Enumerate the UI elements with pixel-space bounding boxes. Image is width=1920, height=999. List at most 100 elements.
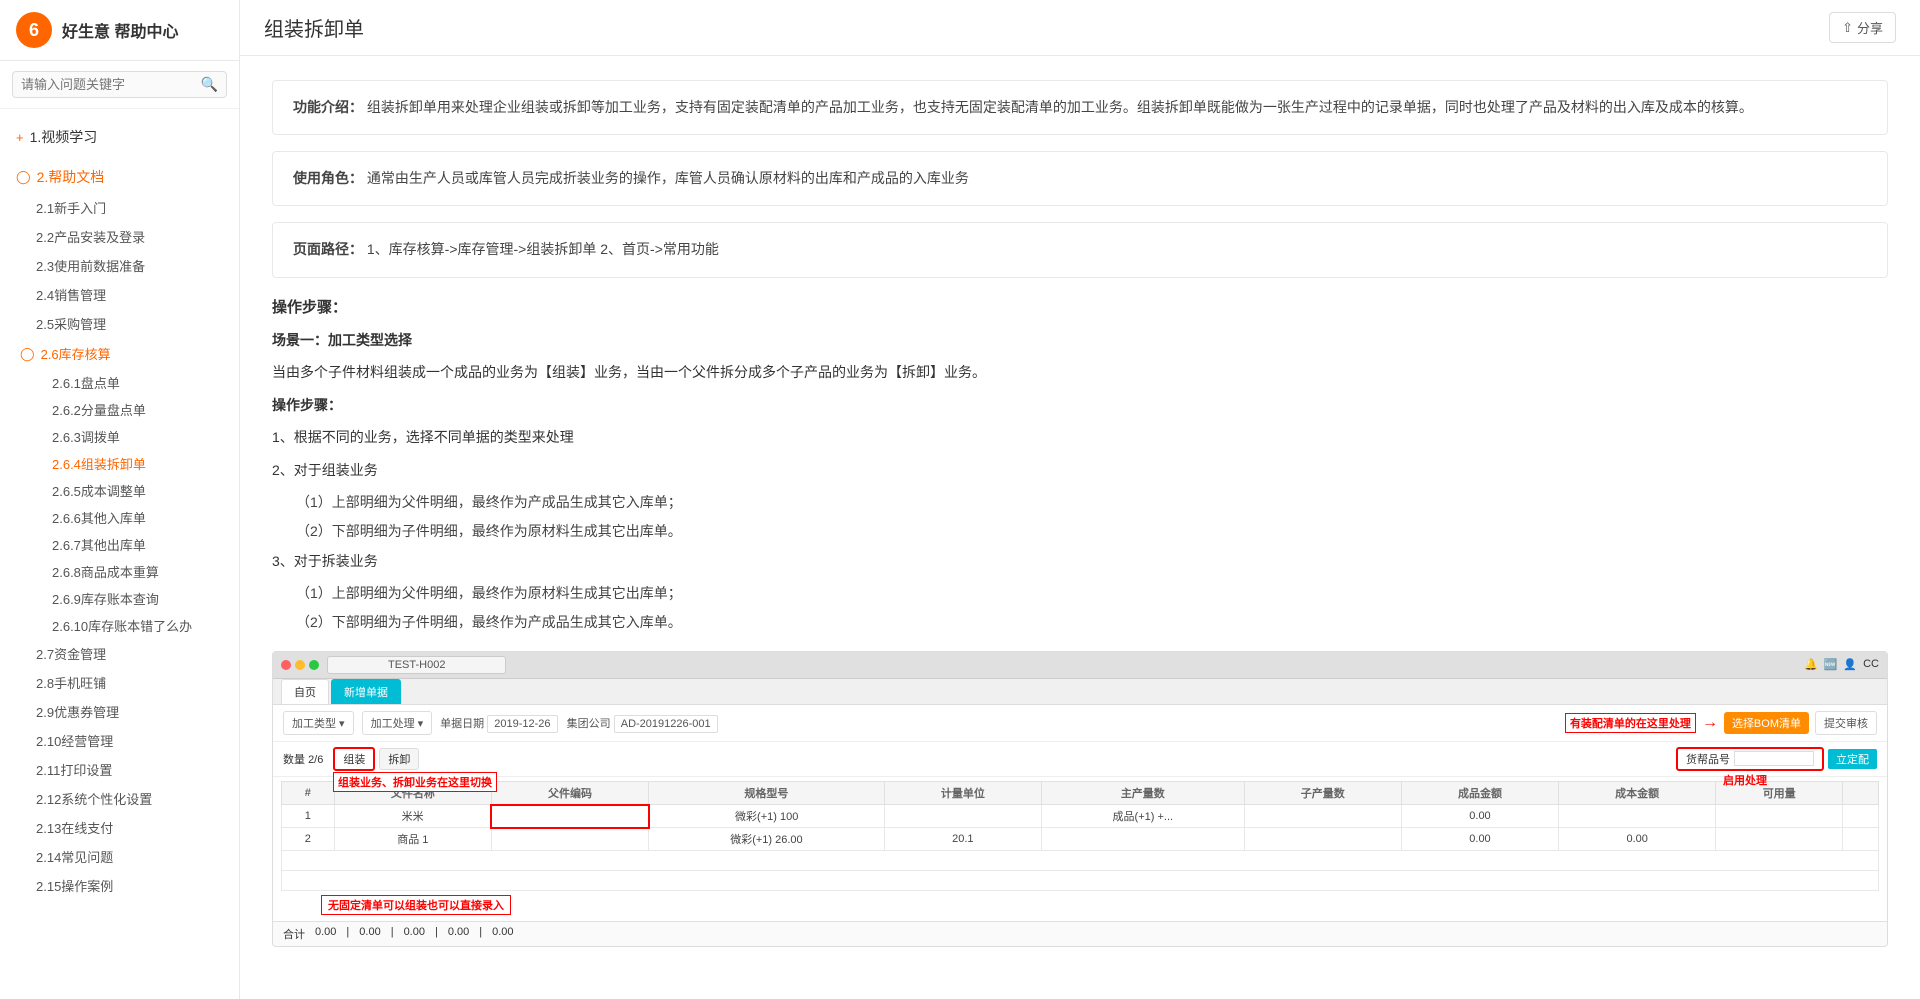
ss-tab-new[interactable]: 新增单据 [331,679,401,704]
ss-top-icons: 🔔 🆕 👤 CC [1804,658,1879,671]
ss-btn-type[interactable]: 加工类型 ▾ [283,711,354,735]
ss-window-bar: TEST-H002 🔔 🆕 👤 CC [273,652,1887,679]
sidebar-item-2-11[interactable]: 2.11打印设置 [20,755,239,784]
nav-children-2: 2.1新手入门 2.2产品安装及登录 2.3使用前数据准备 2.4销售管理 2.… [0,193,239,900]
intro-block: 功能介绍： 组装拆卸单用来处理企业组装或拆卸等加工业务，支持有固定装配清单的产品… [272,80,1888,135]
ss-td-1-op [1843,805,1879,828]
sidebar-item-label-2: 2.帮助文档 [37,167,105,187]
search-input[interactable] [21,77,201,92]
ss-bottom-row: 合计 0.00 | 0.00 | 0.00 | 0.00 | 0.00 [273,921,1887,946]
share-label: 分享 [1857,18,1883,37]
nav-tree: + 1.视频学习 ◯ 2.帮助文档 2.1新手入门 2.2产品安装及登录 2.3… [0,109,239,999]
sidebar-item-2-6-10[interactable]: 2.6.10库存账本错了么办 [36,612,239,639]
ss-td-1-spec: 微彩(+1) 100 [649,805,885,828]
minus-icon-2-6: ◯ [20,346,35,362]
ss-btn-select-bom[interactable]: 选择BOM清单 [1724,712,1809,734]
share-button[interactable]: ⇧ 分享 [1829,12,1896,43]
ss-tab-list[interactable]: 自页 [281,679,329,704]
sidebar-item-label-2-6: 2.6库存核算 [41,344,111,363]
ss-tabs-row: 自页 新增单据 [273,679,1887,705]
ss-annotation1-area: 有装配清单的在这里处理 → 选择BOM清单 提交审核 [1565,711,1877,735]
role-label: 使用角色： [293,170,363,186]
scene1-desc: 当由多个子件材料组装成一个成品的业务为【组装】业务，当由一个父件拆分成多个子产品… [272,359,1888,386]
role-block: 使用角色： 通常由生产人员或库管人员完成折装业务的操作，库管人员确认原材料的出库… [272,151,1888,206]
sidebar-item-2-6-5[interactable]: 2.6.5成本调整单 [36,477,239,504]
step3: 3、对于拆装业务 [272,548,1888,575]
ss-td-2-num: 2 [282,828,335,851]
search-icon[interactable]: 🔍 [201,76,218,93]
ss-td-1-name: 米米 [334,805,491,828]
sidebar-item-2-7[interactable]: 2.7资金管理 [20,639,239,668]
sidebar-item-2-6-6[interactable]: 2.6.6其他入库单 [36,504,239,531]
path-label: 页面路径： [293,241,363,257]
sidebar-item-video[interactable]: + 1.视频学习 [0,121,239,153]
ss-btn-process[interactable]: 加工处理 ▾ [362,711,433,735]
ss-startup-input[interactable] [1734,751,1814,766]
ss-main-table: # 父件名称 父件编码 规格型号 计量单位 主产量数 子产量数 成品金额 成本金… [281,781,1879,892]
ss-table-body: 1 米米 微彩(+1) 100 成品(+1) +... 0.00 [282,805,1879,891]
ss-type-org[interactable]: 组装 [333,747,375,771]
sidebar-item-2-6[interactable]: ◯ 2.6库存核算 [20,338,239,369]
ss-bottom-label: 合计 [283,926,305,942]
table-row [282,871,1879,891]
ss-arrow-right: → [1702,714,1718,732]
ss-th-parent-code: 父件编码 [491,781,648,805]
sidebar-item-2-2[interactable]: 2.2产品安装及登录 [20,222,239,251]
ss-date-val: 2019-12-26 [487,715,557,733]
ss-annotation3-label: 启用处理 [1723,772,1767,788]
table-row: 1 米米 微彩(+1) 100 成品(+1) +... 0.00 [282,805,1879,828]
ss-bottom-val5: 0.00 [492,926,513,942]
ss-td-1-prodamt: 0.00 [1401,805,1558,828]
sidebar-item-docs[interactable]: ◯ 2.帮助文档 [0,161,239,193]
sidebar-item-2-10[interactable]: 2.10经营管理 [20,726,239,755]
sidebar-item-2-5[interactable]: 2.5采购管理 [20,309,239,338]
ss-td-1-costamt [1559,805,1716,828]
sidebar-item-2-15[interactable]: 2.15操作案例 [20,871,239,900]
ss-td-2-unit: 20.1 [884,828,1041,851]
sidebar-item-2-6-9[interactable]: 2.6.9库存账本查询 [36,585,239,612]
ss-startup-btn[interactable]: 立定配 [1828,749,1877,769]
sidebar-item-2-14[interactable]: 2.14常见问题 [20,842,239,871]
ss-annotation4: 无固定清单可以组装也可以直接录入 [321,895,511,915]
sidebar-item-2-6-1[interactable]: 2.6.1盘点单 [36,369,239,396]
ss-td-2-costamt: 0.00 [1559,828,1716,851]
ss-btn-submit[interactable]: 提交审核 [1815,711,1877,735]
step2-2: （2）下部明细为子件明细，最终作为原材料生成其它出库单。 [296,519,1888,544]
ss-annotation3-area: 货帮品号 立定配 [1676,747,1877,771]
ss-td-1-num: 1 [282,805,335,828]
scene1-header: 场景一：加工类型选择 [272,327,1888,354]
ss-form-dates: 单据日期 2019-12-26 集团公司 AD-20191226-001 [440,715,717,731]
ss-count-display: 数量 2/6 [283,751,323,767]
sidebar-item-2-13[interactable]: 2.13在线支付 [20,813,239,842]
sidebar-item-2-6-3[interactable]: 2.6.3调拨单 [36,423,239,450]
ss-th-product-amt: 成品金额 [1401,781,1558,805]
ss-annotation2-area: 组装 拆卸 [333,747,419,771]
sidebar-item-2-3[interactable]: 2.3使用前数据准备 [20,251,239,280]
sidebar-item-2-1[interactable]: 2.1新手入门 [20,193,239,222]
sidebar-item-2-6-4[interactable]: 2.6.4组装拆卸单 [36,450,239,477]
step3-sub: （1）上部明细为父件明细，最终作为原材料生成其它出库单； （2）下部明细为子件明… [272,581,1888,635]
ss-th-sub-qty: 子产量数 [1244,781,1401,805]
ss-cc: CC [1863,658,1879,671]
ss-form-row2: 数量 2/6 组装 拆卸 组装业务、拆卸业务在这里切换 货帮品号 立定配 启用处… [273,742,1887,777]
sidebar-item-2-6-2[interactable]: 2.6.2分量盘点单 [36,396,239,423]
ss-th-cost-amt: 成本金额 [1559,781,1716,805]
sidebar-item-2-9[interactable]: 2.9优惠券管理 [20,697,239,726]
ss-bottom-val1: 0.00 [315,926,336,942]
sidebar-item-2-6-8[interactable]: 2.6.8商品成本重算 [36,558,239,585]
search-wrap: 🔍 [12,71,227,98]
ss-group-val: AD-20191226-001 [614,715,718,733]
ss-td-1-subqty [1244,805,1401,828]
sidebar-item-2-12[interactable]: 2.12系统个性化设置 [20,784,239,813]
ss-type-dis[interactable]: 拆卸 [379,748,419,770]
ss-bottom-sep1: | [346,926,349,942]
sidebar-item-2-8[interactable]: 2.8手机旺铺 [20,668,239,697]
ss-table-head: # 父件名称 父件编码 规格型号 计量单位 主产量数 子产量数 成品金额 成本金… [282,781,1879,805]
ss-icon-1: 🔔 [1804,658,1818,671]
ss-bottom-sep2: | [391,926,394,942]
sidebar: 6 好生意 帮助中心 🔍 + 1.视频学习 ◯ 2.帮助文档 2.1新手入门 2… [0,0,240,999]
top-bar: 组装拆卸单 ⇧ 分享 [240,0,1920,56]
ss-th-op [1843,781,1879,805]
sidebar-item-2-6-7[interactable]: 2.6.7其他出库单 [36,531,239,558]
sidebar-item-2-4[interactable]: 2.4销售管理 [20,280,239,309]
